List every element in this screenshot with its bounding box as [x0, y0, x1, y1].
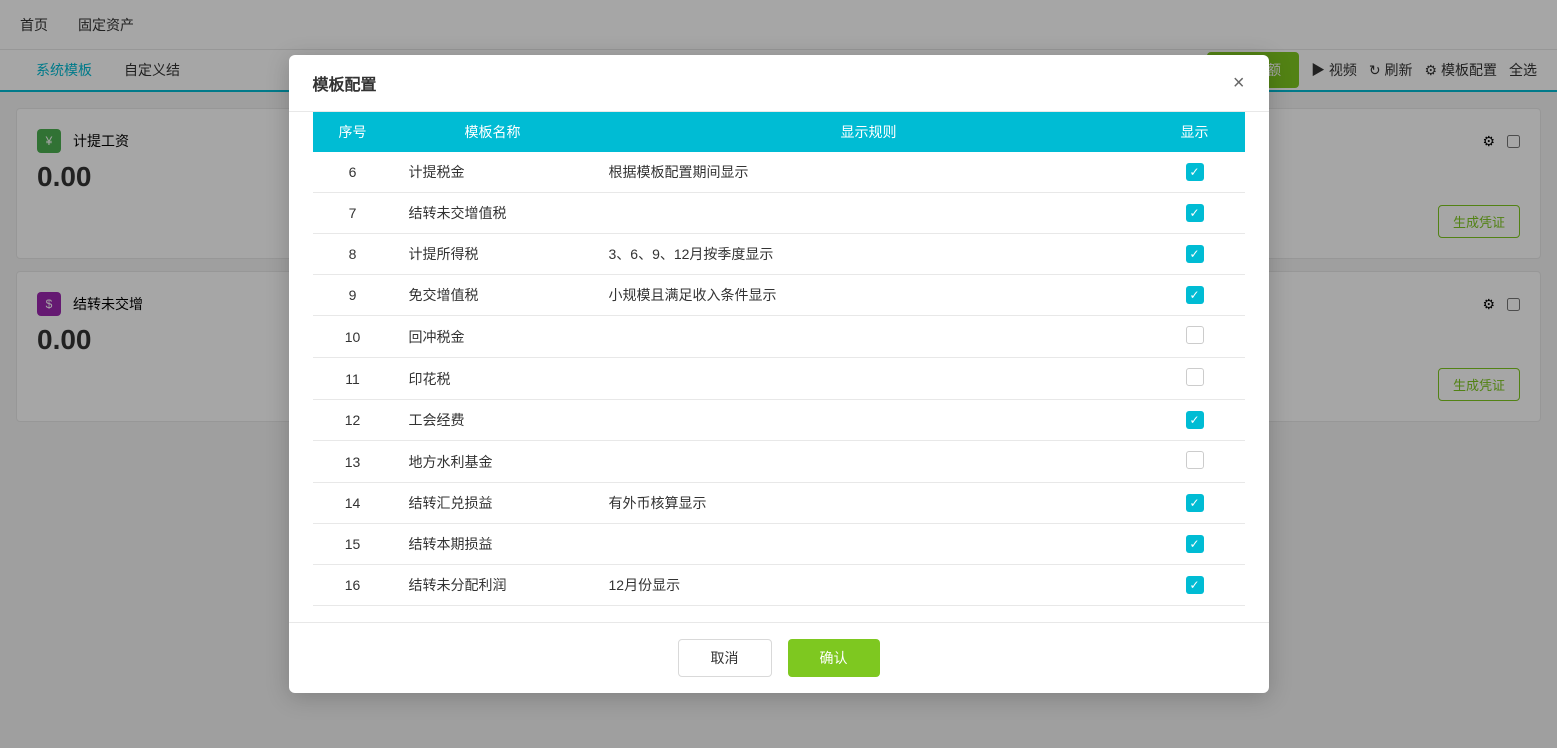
cell-rule: [593, 358, 1145, 400]
cell-name: 计提税金: [393, 152, 593, 193]
table-body: 6计提税金根据模板配置期间显示7结转未交增值税8计提所得税3、6、9、12月按季…: [313, 152, 1245, 606]
table-row: 13地方水利基金: [313, 441, 1245, 483]
col-header-name: 模板名称: [393, 112, 593, 152]
table-row: 16结转未分配利润12月份显示: [313, 565, 1245, 606]
cell-id: 10: [313, 316, 393, 358]
checkbox-8[interactable]: [1186, 245, 1204, 263]
cell-id: 7: [313, 193, 393, 234]
cell-checkbox[interactable]: [1145, 358, 1245, 400]
cell-checkbox[interactable]: [1145, 275, 1245, 316]
cell-rule: 3、6、9、12月按季度显示: [593, 234, 1145, 275]
table-row: 10回冲税金: [313, 316, 1245, 358]
cell-id: 16: [313, 565, 393, 606]
col-header-id: 序号: [313, 112, 393, 152]
cell-name: 结转未交增值税: [393, 193, 593, 234]
checkbox-15[interactable]: [1186, 535, 1204, 553]
table-row: 11印花税: [313, 358, 1245, 400]
cell-id: 15: [313, 524, 393, 565]
modal-overlay: 模板配置 × 序号 模板名称 显示规则 显示 6计提税金根据模板配置期间显示7结…: [0, 0, 1557, 748]
checkbox-11[interactable]: [1186, 368, 1204, 386]
modal-close-button[interactable]: ×: [1233, 73, 1245, 93]
cancel-button[interactable]: 取消: [678, 639, 772, 677]
cell-id: 11: [313, 358, 393, 400]
modal-body: 序号 模板名称 显示规则 显示 6计提税金根据模板配置期间显示7结转未交增值税8…: [289, 112, 1269, 622]
checkbox-9[interactable]: [1186, 286, 1204, 304]
cell-rule: [593, 441, 1145, 483]
table-head: 序号 模板名称 显示规则 显示: [313, 112, 1245, 152]
cell-checkbox[interactable]: [1145, 483, 1245, 524]
cell-rule: [593, 316, 1145, 358]
modal-footer: 取消 确认: [289, 622, 1269, 693]
cell-id: 6: [313, 152, 393, 193]
cell-name: 地方水利基金: [393, 441, 593, 483]
cell-checkbox[interactable]: [1145, 441, 1245, 483]
cell-checkbox[interactable]: [1145, 152, 1245, 193]
cell-rule: 根据模板配置期间显示: [593, 152, 1145, 193]
cell-checkbox[interactable]: [1145, 316, 1245, 358]
cell-checkbox[interactable]: [1145, 565, 1245, 606]
checkbox-10[interactable]: [1186, 326, 1204, 344]
cell-name: 回冲税金: [393, 316, 593, 358]
cell-id: 14: [313, 483, 393, 524]
checkbox-14[interactable]: [1186, 494, 1204, 512]
table-row: 8计提所得税3、6、9、12月按季度显示: [313, 234, 1245, 275]
modal-template-config: 模板配置 × 序号 模板名称 显示规则 显示 6计提税金根据模板配置期间显示7结…: [289, 55, 1269, 693]
cell-rule: [593, 524, 1145, 565]
checkbox-16[interactable]: [1186, 576, 1204, 594]
table-row: 7结转未交增值税: [313, 193, 1245, 234]
cell-rule: [593, 400, 1145, 441]
cell-name: 免交增值税: [393, 275, 593, 316]
table-row: 14结转汇兑损益有外币核算显示: [313, 483, 1245, 524]
cell-id: 13: [313, 441, 393, 483]
table-row: 15结转本期损益: [313, 524, 1245, 565]
table-row: 9免交增值税小规模且满足收入条件显示: [313, 275, 1245, 316]
col-header-rule: 显示规则: [593, 112, 1145, 152]
cell-name: 结转汇兑损益: [393, 483, 593, 524]
cell-rule: [593, 193, 1145, 234]
cell-name: 结转未分配利润: [393, 565, 593, 606]
cell-name: 印花税: [393, 358, 593, 400]
cell-rule: 有外币核算显示: [593, 483, 1145, 524]
table-row: 6计提税金根据模板配置期间显示: [313, 152, 1245, 193]
cell-checkbox[interactable]: [1145, 400, 1245, 441]
cell-checkbox[interactable]: [1145, 193, 1245, 234]
cell-id: 12: [313, 400, 393, 441]
config-table: 序号 模板名称 显示规则 显示 6计提税金根据模板配置期间显示7结转未交增值税8…: [313, 112, 1245, 606]
modal-header: 模板配置 ×: [289, 55, 1269, 112]
cell-name: 工会经费: [393, 400, 593, 441]
cell-checkbox[interactable]: [1145, 234, 1245, 275]
confirm-button[interactable]: 确认: [788, 639, 880, 677]
cell-rule: 12月份显示: [593, 565, 1145, 606]
checkbox-12[interactable]: [1186, 411, 1204, 429]
table-header-row: 序号 模板名称 显示规则 显示: [313, 112, 1245, 152]
checkbox-7[interactable]: [1186, 204, 1204, 222]
cell-name: 结转本期损益: [393, 524, 593, 565]
checkbox-13[interactable]: [1186, 451, 1204, 469]
cell-checkbox[interactable]: [1145, 524, 1245, 565]
checkbox-6[interactable]: [1186, 163, 1204, 181]
table-row: 12工会经费: [313, 400, 1245, 441]
col-header-display: 显示: [1145, 112, 1245, 152]
cell-id: 8: [313, 234, 393, 275]
cell-id: 9: [313, 275, 393, 316]
cell-rule: 小规模且满足收入条件显示: [593, 275, 1145, 316]
cell-name: 计提所得税: [393, 234, 593, 275]
modal-title: 模板配置: [313, 71, 377, 95]
